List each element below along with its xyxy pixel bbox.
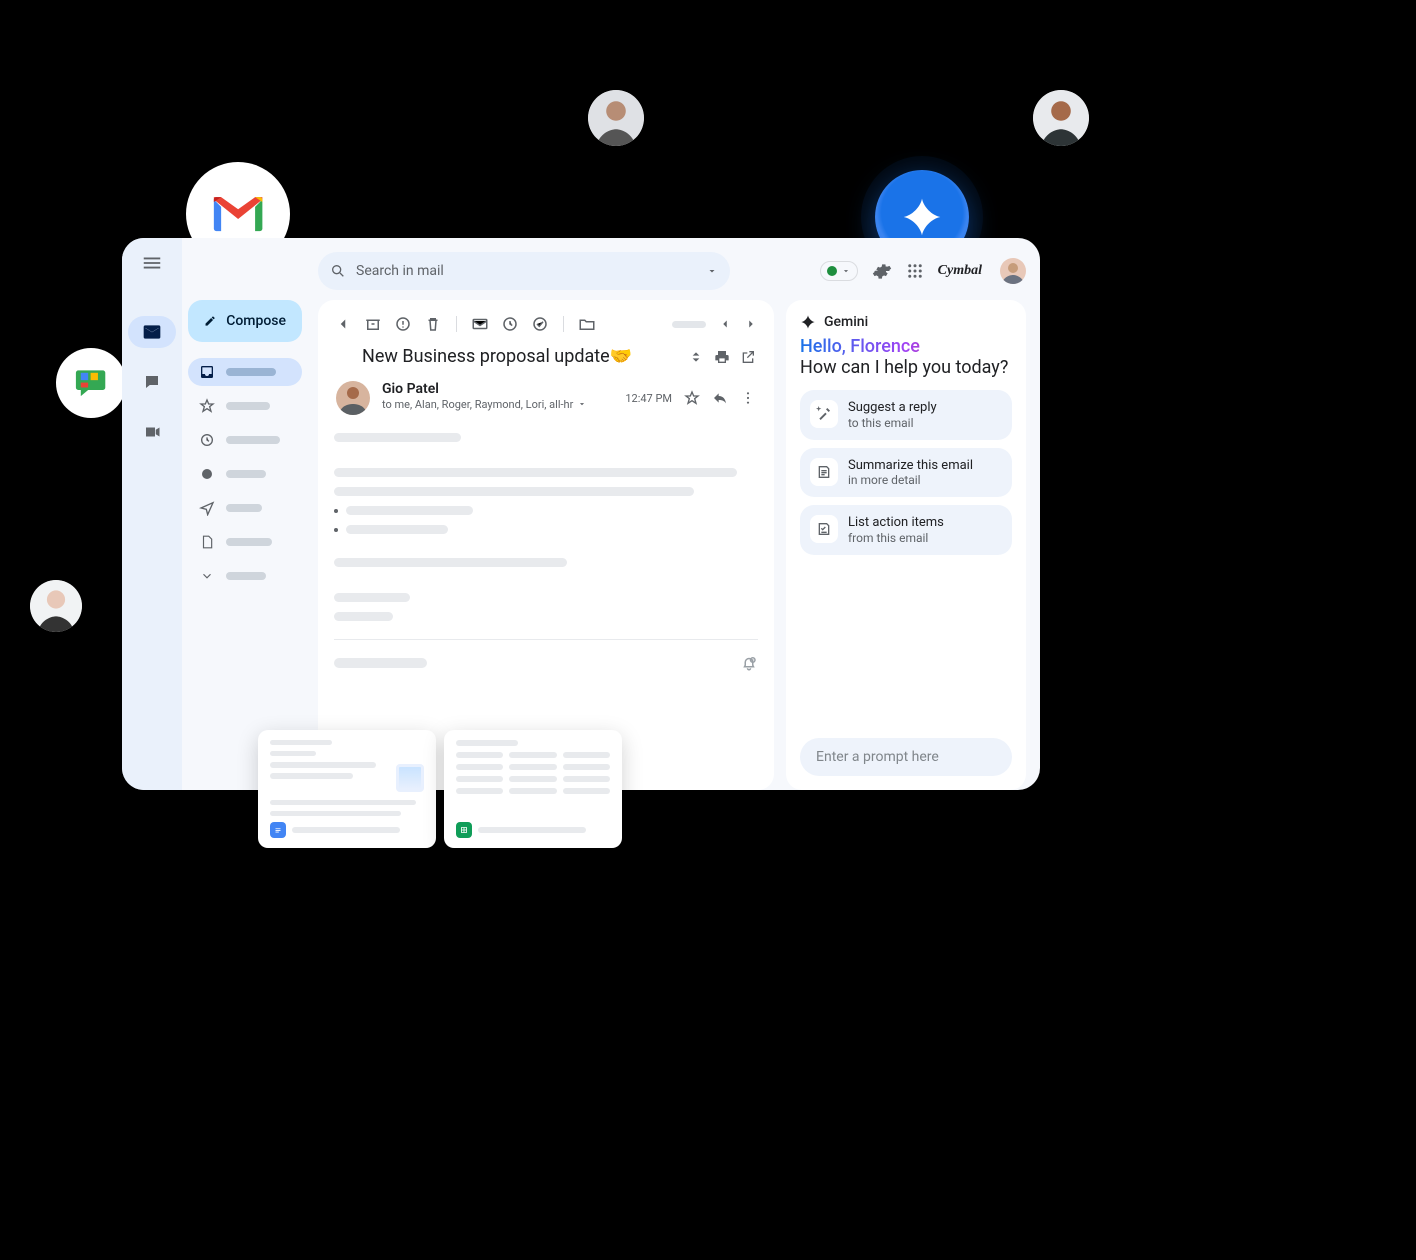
apps-icon[interactable] [906, 262, 924, 280]
wand-icon [810, 400, 838, 428]
open-new-icon[interactable] [740, 349, 756, 365]
sidebar-item-sent[interactable] [188, 494, 302, 522]
compose-label: Compose [226, 313, 286, 329]
sidebar-item-snoozed[interactable] [188, 426, 302, 454]
sheet-preview-card[interactable] [444, 730, 622, 848]
suggestion-summarize[interactable]: Summarize this email in more detail [800, 448, 1012, 498]
more-icon[interactable] [740, 390, 756, 406]
sender-avatar[interactable] [336, 381, 370, 415]
search-icon [330, 263, 346, 279]
doc-thumb [396, 764, 424, 792]
spam-icon[interactable] [394, 315, 412, 333]
pencil-icon [204, 312, 216, 330]
sender-name: Gio Patel [382, 381, 613, 398]
reply-icon[interactable] [712, 390, 728, 406]
content: Search in mail Cymbal [310, 238, 1040, 790]
gemini-pane: Gemini Hello, Florence How can I help yo… [786, 300, 1026, 790]
doc-preview-card[interactable] [258, 730, 436, 848]
google-docs-icon [270, 822, 286, 838]
suggestion-reply[interactable]: Suggest a reply to this email [800, 390, 1012, 440]
mail-toolbar [334, 310, 758, 338]
expand-icon[interactable] [688, 349, 704, 365]
search-input[interactable]: Search in mail [318, 252, 730, 290]
file-icon [198, 534, 216, 550]
floating-avatar [1033, 90, 1089, 146]
rail-mail[interactable] [128, 316, 176, 348]
gemini-title: Gemini [824, 314, 868, 330]
suggestion-action-items[interactable]: List action items from this email [800, 505, 1012, 555]
move-to-icon[interactable] [578, 315, 596, 333]
gemini-spark-icon [800, 314, 816, 330]
hamburger-icon[interactable] [141, 252, 163, 274]
next-icon[interactable] [744, 317, 758, 331]
send-icon [198, 500, 216, 516]
search-placeholder: Search in mail [356, 263, 444, 279]
settings-icon[interactable] [872, 261, 892, 281]
back-icon[interactable] [334, 315, 352, 333]
email-body-placeholder [334, 433, 758, 621]
caret-down-icon [841, 266, 851, 276]
workspace-brand: Cymbal [938, 263, 982, 279]
add-task-icon[interactable] [531, 315, 549, 333]
floating-avatar [588, 90, 644, 146]
rail-chat[interactable] [136, 366, 168, 398]
caret-down-icon [577, 399, 587, 409]
sidebar-item-more[interactable] [188, 562, 302, 590]
checklist-icon [810, 515, 838, 543]
star-icon [198, 398, 216, 414]
gemini-prompt-input[interactable]: Enter a prompt here [800, 738, 1012, 776]
snooze-icon[interactable] [501, 315, 519, 333]
chevron-down-icon [198, 569, 216, 583]
summarize-icon [810, 458, 838, 486]
rail-meet[interactable] [136, 416, 168, 448]
clock-icon [198, 432, 216, 448]
gemini-subgreeting: How can I help you today? [800, 357, 1012, 378]
sidebar-item-inbox[interactable] [188, 358, 302, 386]
floating-avatar [30, 580, 82, 632]
google-chat-icon [56, 348, 126, 418]
recipients[interactable]: to me, Alan, Roger, Raymond, Lori, all-h… [382, 398, 613, 411]
google-sheets-icon [456, 822, 472, 838]
compose-button[interactable]: Compose [188, 300, 302, 342]
archive-icon[interactable] [364, 315, 382, 333]
sidebar: Compose [182, 238, 310, 790]
email-subject: New Business proposal update🤝 [362, 346, 632, 367]
mail-pane: New Business proposal update🤝 Gio Patel [318, 300, 774, 790]
sidebar-item[interactable] [188, 460, 302, 488]
gmail-window: Compose [122, 238, 1040, 790]
sidebar-item-drafts[interactable] [188, 528, 302, 556]
mark-unread-icon[interactable] [471, 315, 489, 333]
inbox-icon [198, 364, 216, 380]
account-avatar[interactable] [1000, 258, 1026, 284]
star-icon[interactable] [684, 390, 700, 406]
notification-icon[interactable] [740, 654, 758, 672]
search-options-icon[interactable] [706, 265, 718, 277]
print-icon[interactable] [714, 349, 730, 365]
sidebar-item-starred[interactable] [188, 392, 302, 420]
gemini-greeting: Hello, Florence [800, 336, 1012, 357]
email-time: 12:47 PM [625, 392, 672, 405]
status-dot-icon [827, 266, 837, 276]
status-chip[interactable] [820, 261, 858, 281]
left-rail [122, 238, 182, 790]
delete-icon[interactable] [424, 315, 442, 333]
prev-icon[interactable] [718, 317, 732, 331]
